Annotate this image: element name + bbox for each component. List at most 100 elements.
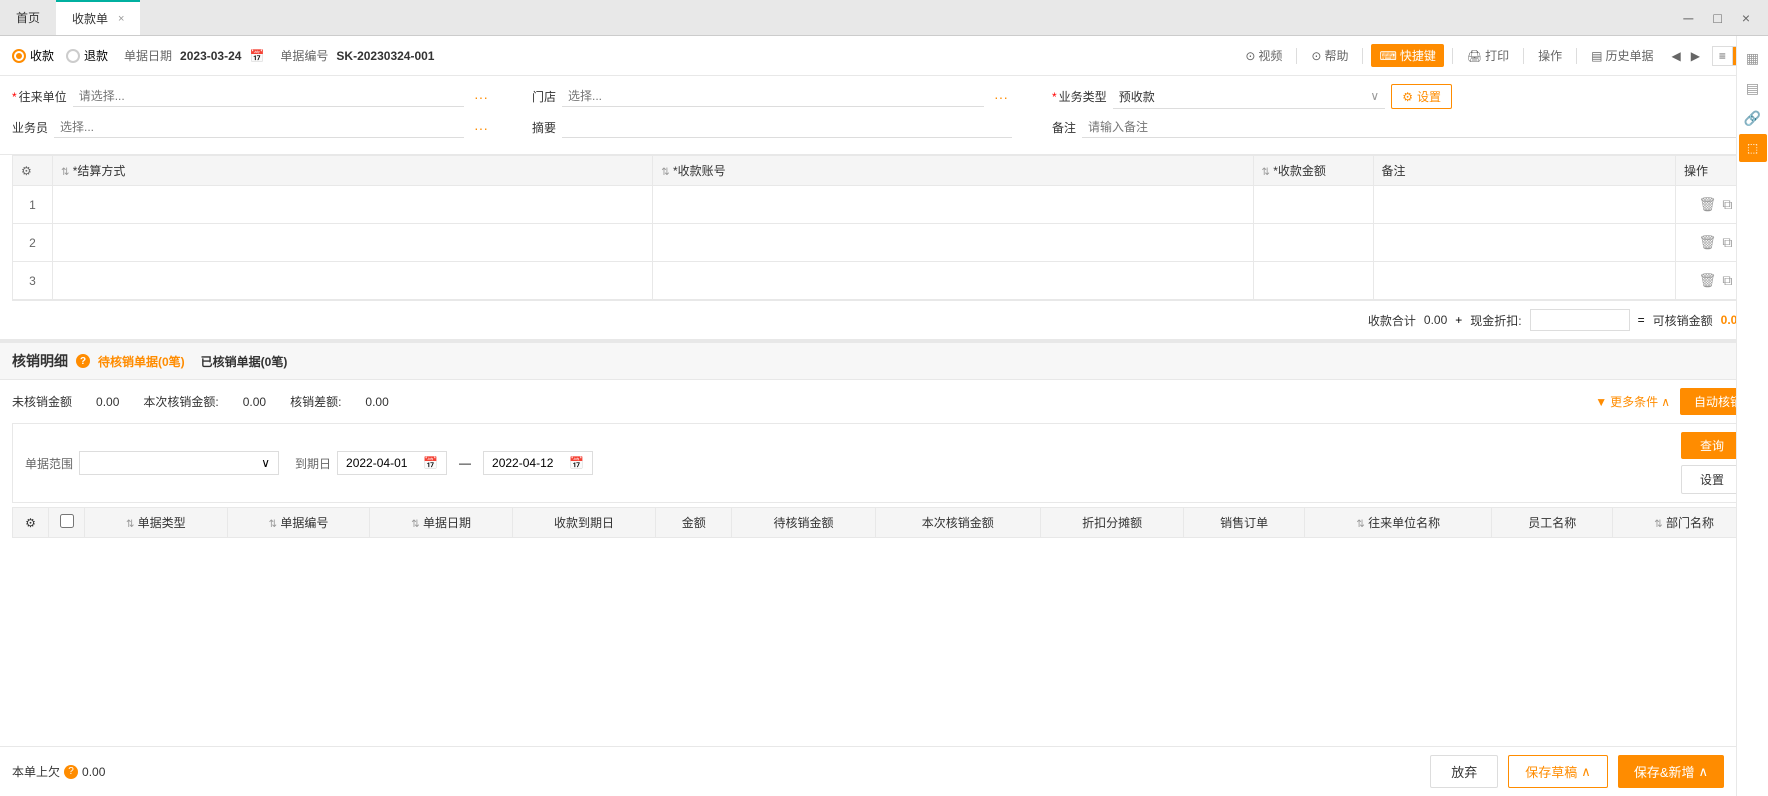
partner-more-button[interactable]: ···: [470, 89, 492, 105]
store-more-button[interactable]: ···: [990, 89, 1012, 105]
table-row: 3 🗑 ⧉: [13, 262, 1756, 300]
layout-list-button[interactable]: ≡: [1713, 47, 1733, 65]
current-value: 0.00: [243, 395, 266, 409]
radio-shoukuan-dot: [12, 49, 26, 63]
diff-label: 核销差额:: [290, 393, 341, 410]
operation-button[interactable]: 操作: [1532, 45, 1568, 66]
settle-cell-3[interactable]: [53, 262, 653, 300]
copy-icon-2[interactable]: ⧉: [1722, 234, 1732, 251]
sidebar-list-icon[interactable]: ▤: [1739, 74, 1767, 102]
tab-home[interactable]: 首页: [0, 0, 56, 35]
maximize-button[interactable]: □: [1707, 8, 1727, 28]
settle-cell-1[interactable]: [53, 186, 653, 224]
shortcut-icon: ⌨: [1379, 49, 1396, 63]
bottom-bar: 本单上欠 ? 0.00 放弃 保存草稿 ∧ 保存&新增 ∧: [0, 746, 1736, 796]
tab-close-icon[interactable]: ×: [118, 13, 124, 25]
history-button[interactable]: ▤ 历史单据: [1585, 45, 1659, 66]
pending-tab[interactable]: 待核销单据(0笔): [98, 353, 185, 370]
save-draft-button[interactable]: 保存草稿 ∧: [1508, 755, 1608, 788]
discount-input[interactable]: [1530, 309, 1630, 331]
date-start-input[interactable]: 2022-04-01 📅: [337, 451, 447, 475]
biz-type-field: *业务类型 预收款 ∨ ⚙ 设置: [1052, 84, 1452, 109]
calendar-start-icon[interactable]: 📅: [423, 456, 438, 470]
print-icon: 🖨: [1467, 49, 1482, 63]
amount-cell-2[interactable]: [1253, 224, 1373, 262]
amount-cell-1[interactable]: [1253, 186, 1373, 224]
calendar-end-icon[interactable]: 📅: [569, 456, 584, 470]
note-input[interactable]: [1082, 117, 1756, 138]
verif-info-icon[interactable]: ?: [76, 354, 90, 368]
verif-summary-row: 未核销金额 0.00 本次核销金额: 0.00 核销差额: 0.00 ▼ 更多条…: [12, 380, 1756, 423]
note-cell-1[interactable]: [1373, 186, 1675, 224]
sidebar-link-icon[interactable]: 🔗: [1739, 104, 1767, 132]
table-gear-icon[interactable]: ⚙: [21, 164, 32, 178]
verif-summary-area: 未核销金额 0.00 本次核销金额: 0.00 核销差额: 0.00 ▼ 更多条…: [0, 380, 1768, 538]
verif-tabs: 待核销单据(0笔) 已核销单据(0笔): [98, 353, 287, 370]
more-conditions-button[interactable]: ▼ 更多条件 ∧: [1595, 393, 1670, 410]
query-row: 单据范围 ∨ 到期日 2022-04-01 📅 — 2022-04-12 📅: [12, 423, 1756, 503]
col-settings-header[interactable]: ⚙: [13, 156, 53, 186]
calendar-icon[interactable]: 📅: [249, 49, 264, 63]
delete-icon-3[interactable]: 🗑: [1699, 272, 1717, 289]
radio-shoukuan[interactable]: 收款: [12, 47, 54, 64]
video-button[interactable]: ⊙ 视频: [1239, 45, 1288, 66]
close-button[interactable]: ×: [1736, 8, 1756, 28]
next-arrow[interactable]: ▶: [1687, 47, 1704, 65]
receipt-type-group: 收款 退款: [12, 47, 108, 64]
tab-current[interactable]: 收款单 ×: [56, 0, 140, 35]
note-cell-2[interactable]: [1373, 224, 1675, 262]
date-end-input[interactable]: 2022-04-12 📅: [483, 451, 593, 475]
staff-more-button[interactable]: ···: [470, 120, 492, 136]
col-amount-header: ⇅ *收款金额: [1253, 156, 1373, 186]
table-gear-icon-2[interactable]: ⚙: [25, 516, 36, 530]
summary-field: 摘要: [532, 117, 1012, 138]
minimize-button[interactable]: ─: [1677, 8, 1699, 28]
save-new-arrow-icon[interactable]: ∧: [1698, 764, 1708, 780]
radio-tuikuan[interactable]: 退款: [66, 47, 108, 64]
account-cell-1[interactable]: [653, 186, 1253, 224]
store-input[interactable]: [562, 86, 984, 107]
range-select[interactable]: ∨: [79, 451, 279, 475]
table-footer: 收款合计 0.00 + 现金折扣: = 可核销金额 0.00: [12, 300, 1756, 339]
row-num-2: 2: [13, 224, 53, 262]
staff-input[interactable]: [54, 117, 464, 138]
copy-icon-3[interactable]: ⧉: [1722, 272, 1732, 289]
save-draft-arrow-icon[interactable]: ∧: [1581, 764, 1591, 780]
partner-input[interactable]: [73, 86, 464, 107]
print-button[interactable]: 🖨 打印: [1461, 45, 1515, 66]
prev-arrow[interactable]: ◀: [1667, 47, 1684, 65]
biz-type-select[interactable]: 预收款 ∨: [1113, 85, 1386, 109]
settle-cell-2[interactable]: [53, 224, 653, 262]
query-button[interactable]: 查询: [1681, 432, 1743, 459]
query-settings-button[interactable]: 设置: [1681, 465, 1743, 494]
done-tab[interactable]: 已核销单据(0笔): [201, 353, 288, 370]
summary-input[interactable]: [562, 117, 1012, 138]
abandon-button[interactable]: 放弃: [1430, 755, 1498, 788]
account-cell-2[interactable]: [653, 224, 1253, 262]
note-cell-3[interactable]: [1373, 262, 1675, 300]
verif-section-header: 核销明细 ? 待核销单据(0笔) 已核销单据(0笔): [0, 340, 1768, 380]
col-account-header: ⇅ *收款账号: [653, 156, 1253, 186]
select-all-checkbox[interactable]: [60, 514, 74, 528]
col-staff-name-header: 员工名称: [1492, 508, 1613, 538]
col-gear-header[interactable]: ⚙: [13, 508, 49, 538]
shortcut-button[interactable]: ⌨ 快捷键: [1371, 44, 1443, 67]
col-dept-name-header: ⇅ 部门名称: [1613, 508, 1756, 538]
amount-cell-3[interactable]: [1253, 262, 1373, 300]
col-sales-order-header: 销售订单: [1184, 508, 1305, 538]
copy-icon-1[interactable]: ⧉: [1722, 196, 1732, 213]
delete-icon-2[interactable]: 🗑: [1699, 234, 1717, 251]
sidebar-expand-icon[interactable]: ⬚: [1739, 134, 1767, 162]
help-button[interactable]: ⊙ 帮助: [1305, 45, 1354, 66]
save-new-button[interactable]: 保存&新增 ∧: [1618, 755, 1724, 788]
delete-icon-1[interactable]: 🗑: [1699, 196, 1717, 213]
window-controls: ─ □ ×: [1677, 8, 1768, 28]
due-date-field: 到期日 2022-04-01 📅 — 2022-04-12 📅: [295, 451, 593, 475]
account-cell-3[interactable]: [653, 262, 1253, 300]
divider: [1452, 48, 1453, 64]
order-info-icon[interactable]: ?: [64, 765, 78, 779]
settings-button[interactable]: ⚙ 设置: [1391, 84, 1452, 109]
form-row-2: 业务员 ··· 摘要 备注: [12, 117, 1756, 138]
bottom-info: 本单上欠 ? 0.00: [12, 763, 105, 780]
sidebar-table-icon[interactable]: ▦: [1739, 44, 1767, 72]
